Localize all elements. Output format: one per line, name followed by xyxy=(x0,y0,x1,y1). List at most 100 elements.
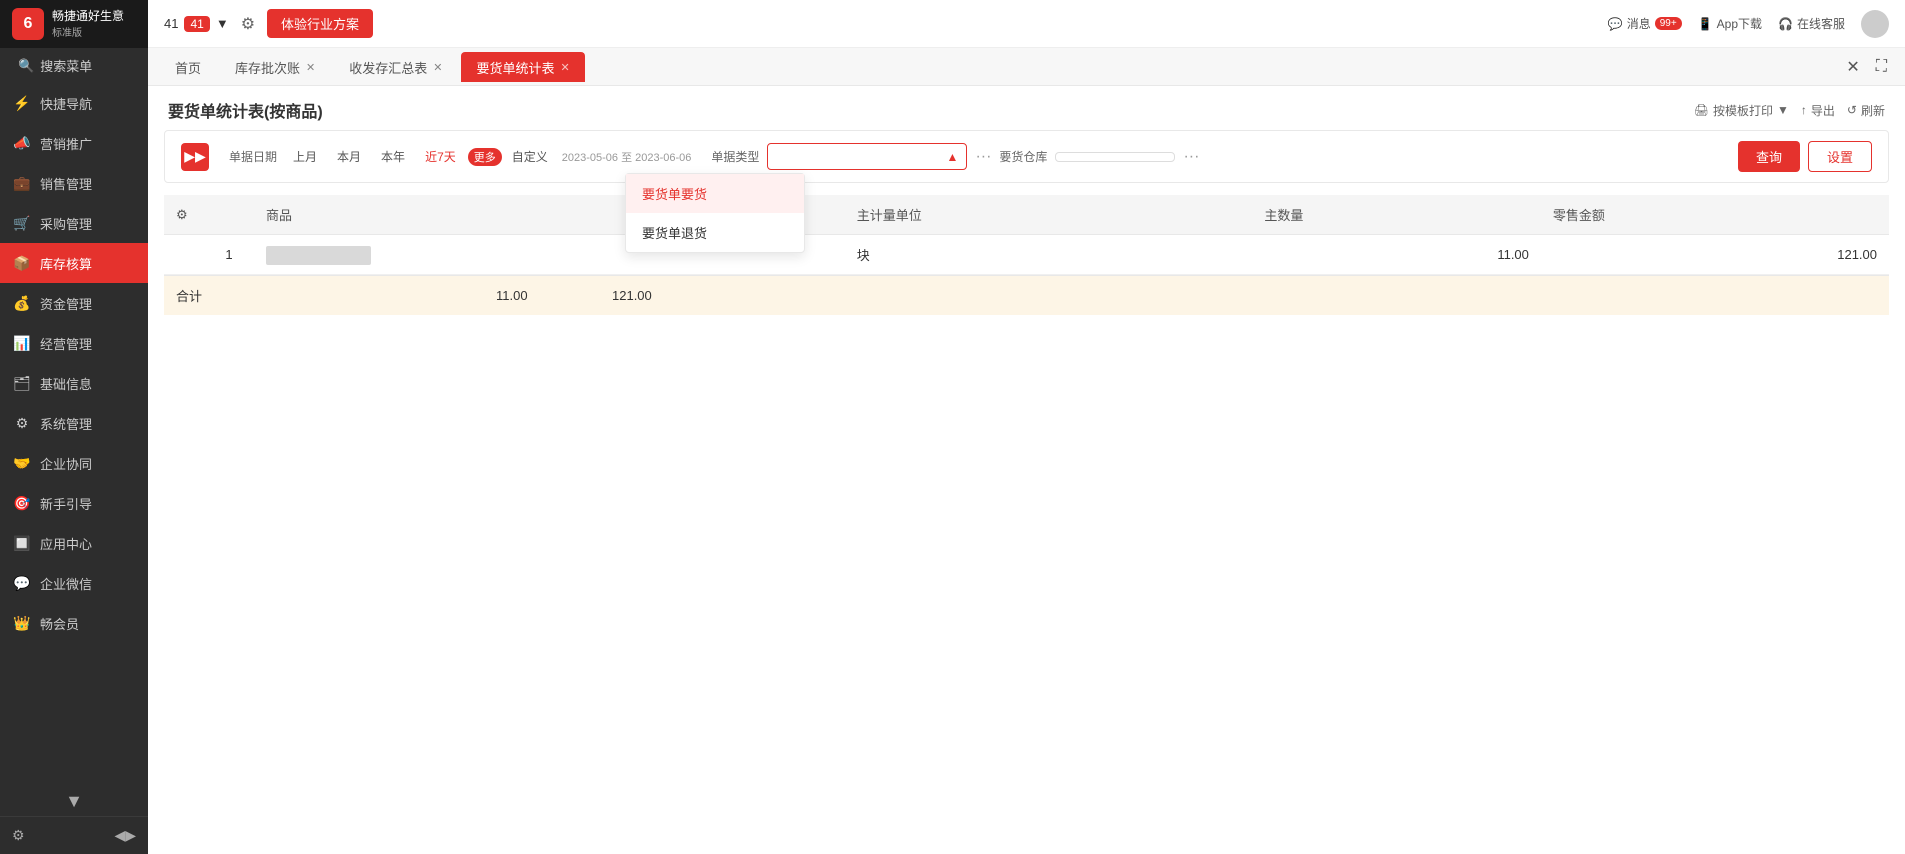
user-avatar[interactable] xyxy=(1861,10,1889,38)
sidebar-item-wechat[interactable]: 💬 企业微信 xyxy=(0,563,148,603)
topbar: 41 41 ▼ ⚙ 体验行业方案 💬 消息 99+ 📱 App下载 🎧 在线客服 xyxy=(148,0,1905,48)
filter-more-btn[interactable]: ··· xyxy=(975,148,991,166)
export-label: 导出 xyxy=(1811,102,1835,119)
finance-icon: 💰 xyxy=(12,293,32,313)
guide-icon: 🎯 xyxy=(12,493,32,513)
sidebar-item-marketing[interactable]: 📣 营销推广 xyxy=(0,123,148,163)
sidebar-item-label: 库存核算 xyxy=(40,254,92,273)
tabs-expand-btn[interactable]: ⛶ xyxy=(1870,56,1893,78)
print-label: 按模板打印 xyxy=(1713,102,1773,119)
export-btn[interactable]: ↑ 导出 xyxy=(1801,102,1835,119)
sidebar-item-appcenter[interactable]: 🔲 应用中心 xyxy=(0,523,148,563)
sidebar-item-enterprise[interactable]: 🤝 企业协同 xyxy=(0,443,148,483)
voucher-type-arrow: ▲ xyxy=(947,150,959,164)
messages-btn[interactable]: 💬 消息 99+ xyxy=(1608,15,1682,32)
sidebar-item-basic[interactable]: 🗂 基础信息 xyxy=(0,363,148,403)
footer-label: 合计 xyxy=(176,286,416,305)
brand-info: 畅捷通好生意 标准版 xyxy=(52,9,124,40)
table-wrapper: ⚙ 商品 主计量单位 主数量 零售金额 xyxy=(148,195,1905,275)
warehouse-select[interactable] xyxy=(1055,152,1175,162)
tab-batch-label: 库存批次账 xyxy=(235,58,300,77)
row-qty-cell: 11.00 xyxy=(1252,235,1541,275)
tab-order-close[interactable]: ✕ xyxy=(561,61,570,74)
sidebar-item-purchase[interactable]: 🛒 采购管理 xyxy=(0,203,148,243)
sidebar-search[interactable]: 🔍 搜索菜单 xyxy=(0,48,148,83)
tab-collect-label: 收发存汇总表 xyxy=(349,58,427,77)
member-icon: 👑 xyxy=(12,613,32,633)
filter-expand-btn[interactable]: ▶▶ xyxy=(181,143,209,171)
app-download-btn[interactable]: 📱 App下载 xyxy=(1698,15,1762,32)
date-custom-btn[interactable]: 自定义 xyxy=(506,146,554,167)
footer-amount: 121.00 xyxy=(612,288,692,303)
sidebar-item-finance[interactable]: 💰 资金管理 xyxy=(0,283,148,323)
topbar-settings-btn[interactable]: ⚙ xyxy=(241,14,255,34)
sidebar-item-operations[interactable]: 📊 经营管理 xyxy=(0,323,148,363)
voucher-type-label: 单据类型 xyxy=(711,148,759,165)
store-number: 41 xyxy=(164,16,178,31)
tab-batch[interactable]: 库存批次账 ✕ xyxy=(220,52,330,82)
refresh-btn[interactable]: ↺ 刷新 xyxy=(1847,102,1885,119)
shortcut-this-year[interactable]: 本年 xyxy=(373,146,413,167)
print-btn[interactable]: 🖨 按模板打印 ▼ xyxy=(1694,102,1789,119)
warehouse-label: 要货仓库 xyxy=(999,148,1047,165)
dropdown-item-return-goods[interactable]: 要货单退货 xyxy=(626,213,804,252)
page-actions: 🖨 按模板打印 ▼ ↑ 导出 ↺ 刷新 xyxy=(1694,102,1885,119)
shortcut-this-month[interactable]: 本月 xyxy=(329,146,369,167)
sidebar-item-member[interactable]: 👑 畅会员 xyxy=(0,603,148,643)
brand-edition: 标准版 xyxy=(52,24,124,39)
basic-icon: 🗂 xyxy=(12,373,32,393)
app-download-label: App下载 xyxy=(1717,15,1762,32)
settings-icon: ⚙ xyxy=(176,207,188,222)
sidebar-item-system[interactable]: ⚙ 系统管理 xyxy=(0,403,148,443)
product-name xyxy=(266,246,371,265)
row-unit-cell: 块 xyxy=(845,235,1253,275)
col-index-header xyxy=(204,195,254,235)
page-title: 要货单统计表(按商品) xyxy=(168,98,323,122)
tab-collect[interactable]: 收发存汇总表 ✕ xyxy=(334,52,457,82)
sidebar-scroll-down[interactable]: ▼ xyxy=(0,787,148,816)
warehouse-more-btn[interactable]: ··· xyxy=(1183,148,1199,166)
shortcut-7days[interactable]: 近7天 xyxy=(417,146,464,167)
online-service-btn[interactable]: 🎧 在线客服 xyxy=(1778,15,1845,32)
sidebar-collapse-btn[interactable]: ◀▶ xyxy=(114,827,136,844)
store-selector[interactable]: 41 41 ▼ xyxy=(164,16,229,32)
online-service-label: 在线客服 xyxy=(1797,15,1845,32)
shortcut-more-badge[interactable]: 更多 xyxy=(468,148,502,166)
marketing-icon: 📣 xyxy=(12,133,32,153)
tabs-close-all-btn[interactable]: ✕ xyxy=(1840,55,1865,79)
sales-icon: 💼 xyxy=(12,173,32,193)
sidebar-item-guide[interactable]: 🎯 新手引导 xyxy=(0,483,148,523)
tab-order[interactable]: 要货单统计表 ✕ xyxy=(461,52,584,82)
voucher-type-dropdown: 要货单要货 要货单退货 xyxy=(625,173,805,253)
dropdown-item-order-goods[interactable]: 要货单要货 xyxy=(626,174,804,213)
voucher-type-select[interactable]: ▲ xyxy=(767,143,967,170)
inventory-icon: 📦 xyxy=(12,253,32,273)
sidebar-item-label: 资金管理 xyxy=(40,294,92,313)
sidebar-item-inventory[interactable]: 📦 库存核算 xyxy=(0,243,148,283)
query-btn[interactable]: 查询 xyxy=(1738,141,1800,172)
tab-home[interactable]: 首页 xyxy=(160,52,216,82)
filter-settings-btn[interactable]: 设置 xyxy=(1808,141,1872,172)
voucher-type-group: 单据类型 ▲ ··· 要货仓库 ··· xyxy=(711,143,1718,170)
trial-industry-btn[interactable]: 体验行业方案 xyxy=(267,9,373,38)
app-icon: 📱 xyxy=(1698,17,1713,31)
sidebar-item-sales[interactable]: 💼 销售管理 xyxy=(0,163,148,203)
col-unit-header: 主计量单位 xyxy=(845,195,1253,235)
print-icon: 🖨 xyxy=(1694,103,1709,117)
messages-badge: 99+ xyxy=(1655,17,1682,30)
dropdown-item-label: 要货单要货 xyxy=(642,187,707,202)
table-footer: 合计 11.00 121.00 xyxy=(164,275,1889,315)
sidebar-settings-icon[interactable]: ⚙ xyxy=(12,827,25,844)
tab-collect-close[interactable]: ✕ xyxy=(433,61,442,74)
store-badge: 41 xyxy=(184,16,209,32)
brand-name: 畅捷通好生意 xyxy=(52,9,124,25)
footer-qty: 11.00 xyxy=(496,288,576,303)
brand-logo: 6 xyxy=(12,8,44,40)
date-range-display: 2023-05-06 至 2023-06-06 xyxy=(562,149,692,165)
col-settings-header[interactable]: ⚙ xyxy=(164,195,204,235)
sidebar-item-shortcut[interactable]: ⚡ 快捷导航 xyxy=(0,83,148,123)
shortcut-last-month[interactable]: 上月 xyxy=(285,146,325,167)
tab-batch-close[interactable]: ✕ xyxy=(306,61,315,74)
sidebar: 6 畅捷通好生意 标准版 🔍 搜索菜单 ⚡ 快捷导航 📣 营销推广 💼 销售管理… xyxy=(0,0,148,854)
dropdown-item-label: 要货单退货 xyxy=(642,226,707,241)
